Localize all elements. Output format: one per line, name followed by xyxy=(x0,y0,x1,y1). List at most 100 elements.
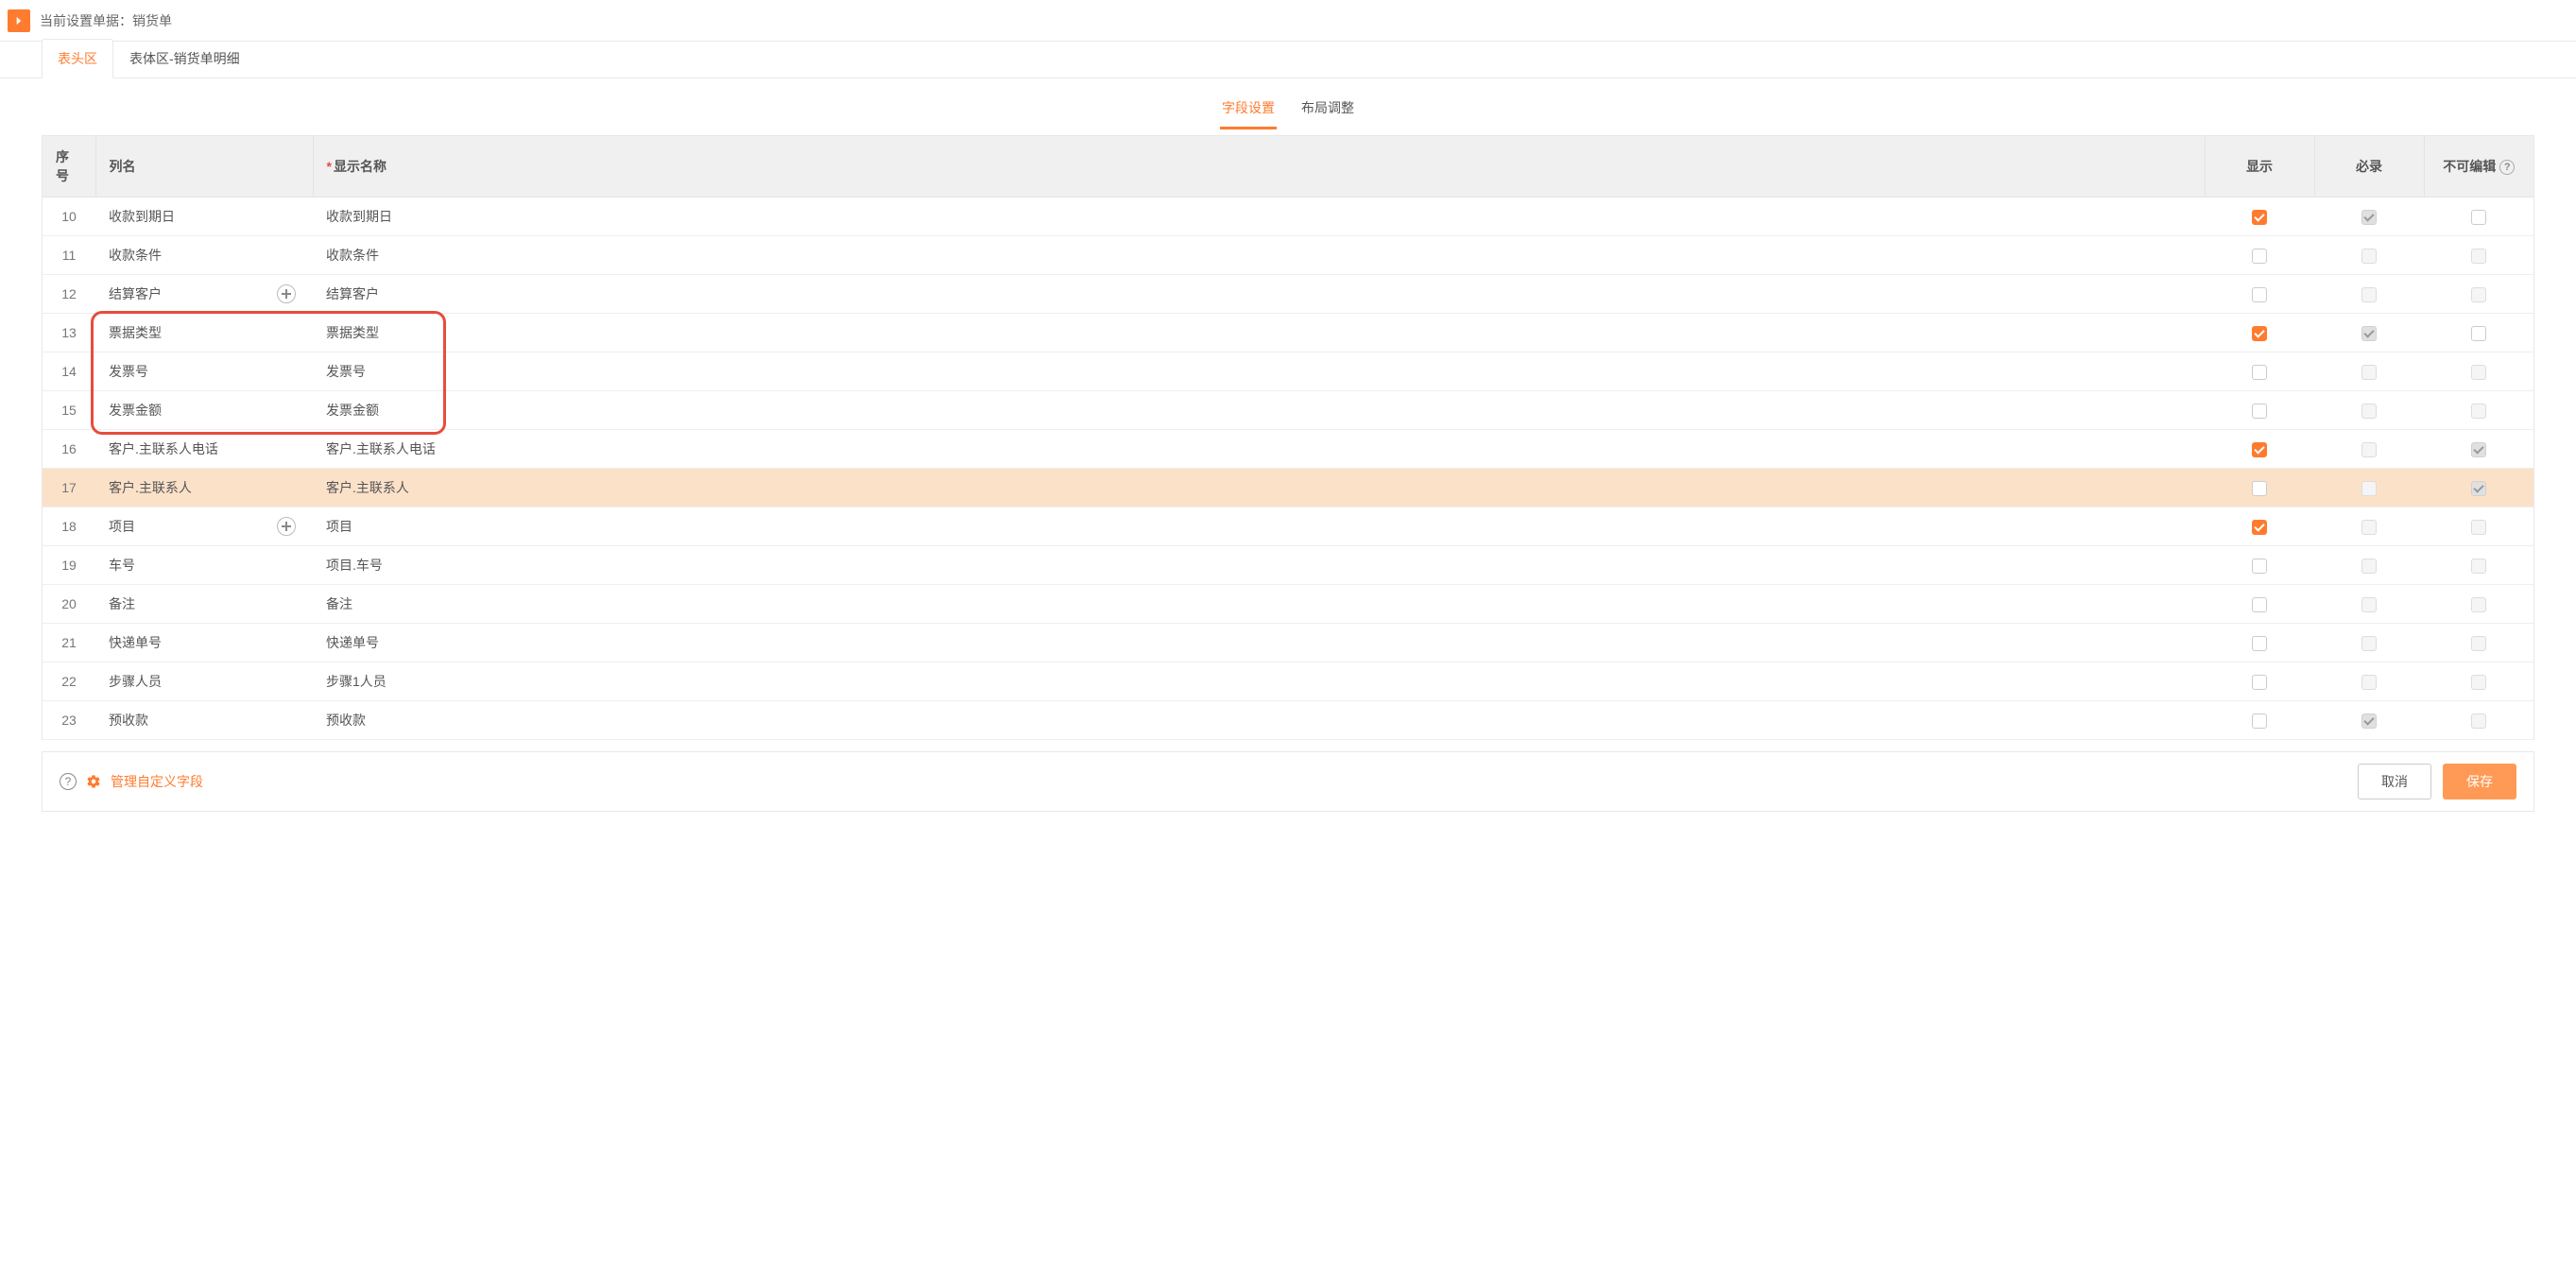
row-seq: 10 xyxy=(43,198,95,236)
row-display-name[interactable]: 发票金额 xyxy=(313,391,2205,430)
show-checkbox[interactable] xyxy=(2252,520,2267,535)
show-checkbox[interactable] xyxy=(2252,481,2267,496)
row-display-name[interactable]: 快递单号 xyxy=(313,624,2205,662)
section-tabs: 表头区表体区-销货单明细 xyxy=(0,41,2576,78)
row-seq: 23 xyxy=(43,701,95,740)
help-icon[interactable]: ? xyxy=(60,773,77,790)
help-icon[interactable]: ? xyxy=(2499,160,2515,175)
locked-checkbox[interactable] xyxy=(2471,210,2486,225)
manage-custom-fields-link[interactable]: ? 管理自定义字段 xyxy=(60,772,203,791)
row-display-name[interactable]: 客户.主联系人 xyxy=(313,469,2205,507)
table-row[interactable]: 18 项目 项目 xyxy=(43,507,2533,546)
show-checkbox[interactable] xyxy=(2252,597,2267,612)
locked-checkbox xyxy=(2471,675,2486,690)
show-checkbox[interactable] xyxy=(2252,636,2267,651)
show-checkbox[interactable] xyxy=(2252,713,2267,729)
topbar: 当前设置单据：销货单 xyxy=(0,0,2576,42)
row-colname: 结算客户 xyxy=(95,275,313,314)
row-seq: 18 xyxy=(43,507,95,546)
row-seq: 21 xyxy=(43,624,95,662)
show-checkbox[interactable] xyxy=(2252,249,2267,264)
table-row[interactable]: 11 收款条件 收款条件 xyxy=(43,236,2533,275)
locked-checkbox xyxy=(2471,559,2486,574)
row-seq: 15 xyxy=(43,391,95,430)
sub-tab-1[interactable]: 布局调整 xyxy=(1299,93,1356,129)
table-row[interactable]: 14 发票号 发票号 xyxy=(43,352,2533,391)
show-checkbox[interactable] xyxy=(2252,442,2267,457)
chevron-right-icon xyxy=(12,14,26,27)
col-header-locked-text: 不可编辑 xyxy=(2443,159,2496,174)
locked-checkbox xyxy=(2471,249,2486,264)
required-checkbox xyxy=(2361,442,2377,457)
row-seq: 17 xyxy=(43,469,95,507)
show-checkbox[interactable] xyxy=(2252,287,2267,302)
section-tab-0[interactable]: 表头区 xyxy=(42,39,113,78)
row-seq: 20 xyxy=(43,585,95,624)
section-tab-1[interactable]: 表体区-销货单明细 xyxy=(113,39,256,78)
col-header-display: *显示名称 xyxy=(313,136,2205,198)
expand-field-button[interactable] xyxy=(277,517,296,536)
show-checkbox[interactable] xyxy=(2252,210,2267,225)
table-row[interactable]: 21 快递单号 快递单号 xyxy=(43,624,2533,662)
locked-checkbox[interactable] xyxy=(2471,326,2486,341)
gear-icon xyxy=(86,774,101,789)
required-checkbox xyxy=(2361,636,2377,651)
show-checkbox[interactable] xyxy=(2252,365,2267,380)
col-header-required: 必录 xyxy=(2314,136,2424,198)
col-header-display-text: 显示名称 xyxy=(334,159,386,174)
sub-tabs: 字段设置布局调整 xyxy=(0,79,2576,129)
show-checkbox[interactable] xyxy=(2252,404,2267,419)
row-colname: 客户.主联系人电话 xyxy=(95,430,313,469)
row-display-name[interactable]: 收款条件 xyxy=(313,236,2205,275)
col-header-show: 显示 xyxy=(2205,136,2314,198)
row-display-name[interactable]: 步骤1人员 xyxy=(313,662,2205,701)
row-seq: 16 xyxy=(43,430,95,469)
save-button[interactable]: 保存 xyxy=(2443,764,2516,799)
table-row[interactable]: 13 票据类型 票据类型 xyxy=(43,314,2533,352)
row-seq: 22 xyxy=(43,662,95,701)
row-colname: 备注 xyxy=(95,585,313,624)
current-form-label: 当前设置单据：销货单 xyxy=(40,11,172,30)
required-checkbox xyxy=(2361,481,2377,496)
row-display-name[interactable]: 收款到期日 xyxy=(313,198,2205,236)
table-row[interactable]: 23 预收款 预收款 xyxy=(43,701,2533,740)
row-colname: 收款条件 xyxy=(95,236,313,275)
expand-field-button[interactable] xyxy=(277,284,296,303)
table-row[interactable]: 10 收款到期日 收款到期日 xyxy=(43,198,2533,236)
table-row[interactable]: 17 客户.主联系人 客户.主联系人 xyxy=(43,469,2533,507)
row-display-name[interactable]: 项目.车号 xyxy=(313,546,2205,585)
row-display-name[interactable]: 发票号 xyxy=(313,352,2205,391)
table-row[interactable]: 19 车号 项目.车号 xyxy=(43,546,2533,585)
table-row[interactable]: 20 备注 备注 xyxy=(43,585,2533,624)
cancel-button[interactable]: 取消 xyxy=(2358,764,2431,799)
table-row[interactable]: 16 客户.主联系人电话 客户.主联系人电话 xyxy=(43,430,2533,469)
manage-custom-fields-label: 管理自定义字段 xyxy=(111,772,203,791)
table-row[interactable]: 15 发票金额 发票金额 xyxy=(43,391,2533,430)
row-display-name[interactable]: 结算客户 xyxy=(313,275,2205,314)
show-checkbox[interactable] xyxy=(2252,559,2267,574)
col-header-seq: 序号 xyxy=(43,136,95,198)
required-checkbox xyxy=(2361,713,2377,729)
table-row[interactable]: 22 步骤人员 步骤1人员 xyxy=(43,662,2533,701)
col-header-name: 列名 xyxy=(95,136,313,198)
row-display-name[interactable]: 备注 xyxy=(313,585,2205,624)
expand-sidebar-button[interactable] xyxy=(8,9,30,32)
required-checkbox xyxy=(2361,520,2377,535)
show-checkbox[interactable] xyxy=(2252,675,2267,690)
sub-tab-0[interactable]: 字段设置 xyxy=(1220,93,1277,129)
row-display-name[interactable]: 项目 xyxy=(313,507,2205,546)
locked-checkbox xyxy=(2471,520,2486,535)
locked-checkbox xyxy=(2471,636,2486,651)
table-row[interactable]: 12 结算客户 结算客户 xyxy=(43,275,2533,314)
row-colname: 客户.主联系人 xyxy=(95,469,313,507)
required-checkbox xyxy=(2361,365,2377,380)
show-checkbox[interactable] xyxy=(2252,326,2267,341)
required-checkbox xyxy=(2361,210,2377,225)
row-colname: 步骤人员 xyxy=(95,662,313,701)
locked-checkbox xyxy=(2471,365,2486,380)
row-display-name[interactable]: 预收款 xyxy=(313,701,2205,740)
row-display-name[interactable]: 票据类型 xyxy=(313,314,2205,352)
locked-checkbox xyxy=(2471,597,2486,612)
row-seq: 12 xyxy=(43,275,95,314)
row-display-name[interactable]: 客户.主联系人电话 xyxy=(313,430,2205,469)
